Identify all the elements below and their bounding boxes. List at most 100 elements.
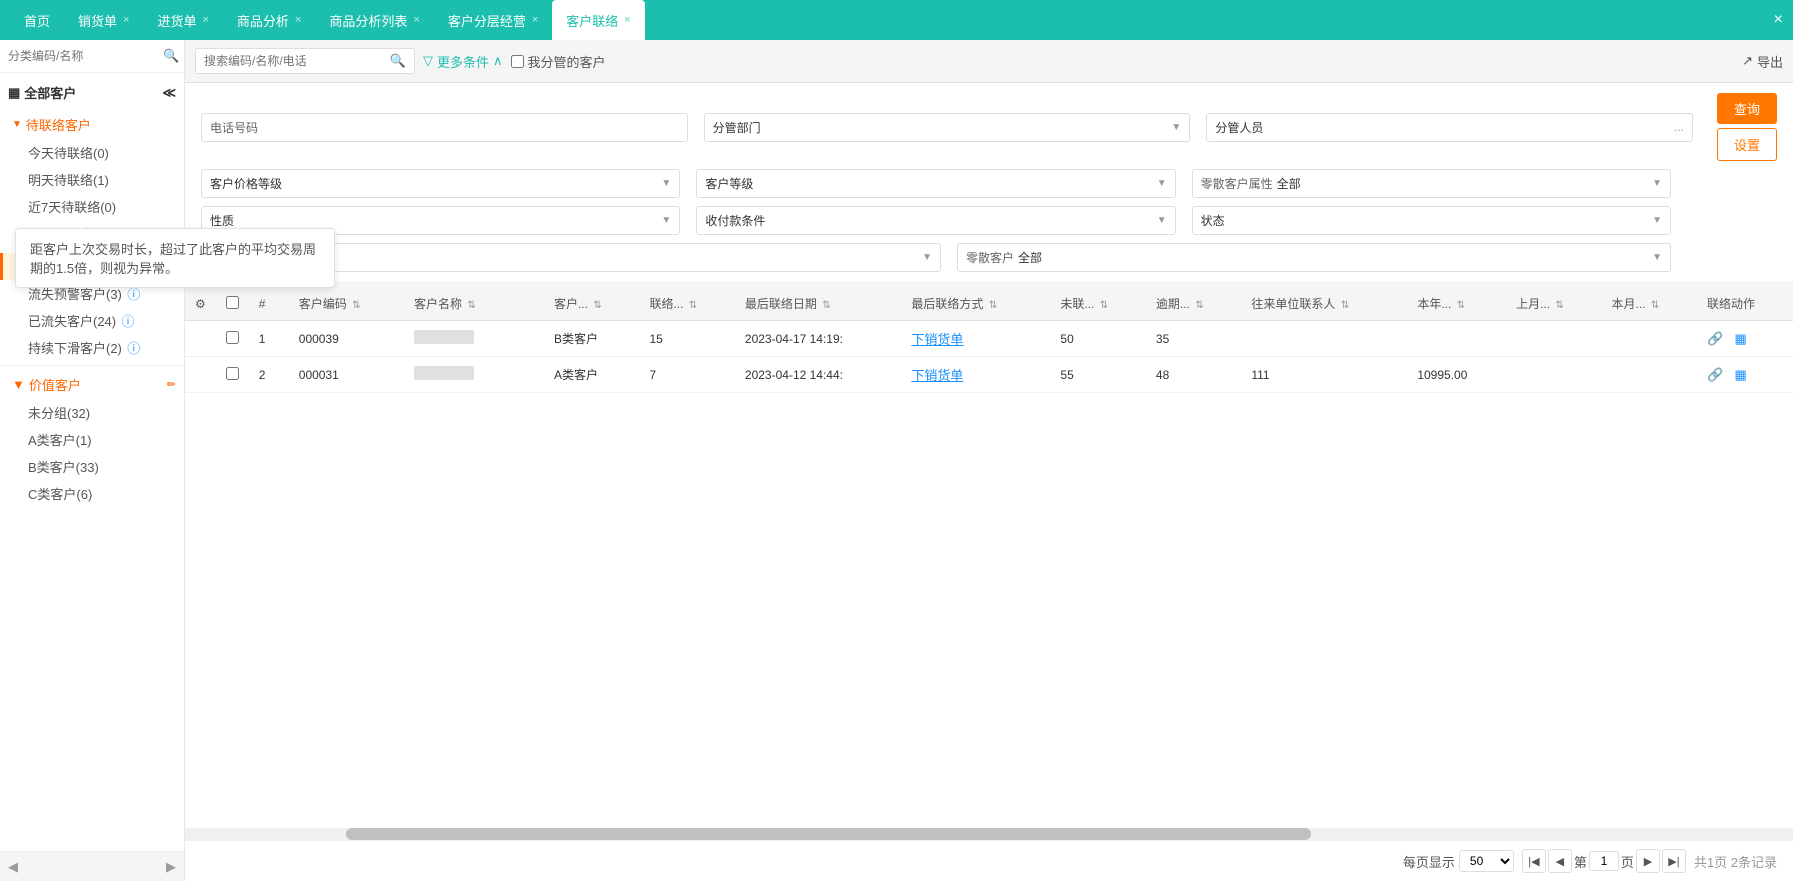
row-checkbox-1[interactable] (226, 331, 239, 344)
cell-last-method-2[interactable]: 下销货单 (901, 357, 1050, 393)
per-page-select[interactable]: 50 100 200 (1459, 850, 1514, 872)
page-prev-button[interactable]: ◀ (1548, 849, 1572, 873)
nav-close-purchase[interactable]: × (202, 14, 208, 26)
action-link-2[interactable]: 🔗 (1707, 367, 1723, 382)
data-table-wrapper[interactable]: ⚙ # 客户编码 ⇅ 客户名称 ⇅ 客户... ⇅ 联络... ⇅ 最后联络日期… (185, 287, 1793, 828)
page-first-button[interactable]: |◀ (1522, 849, 1546, 873)
cell-last-method-1[interactable]: 下销货单 (901, 321, 1050, 357)
toolbar-search-icon[interactable]: 🔍 (390, 53, 406, 69)
sidebar-all-customers[interactable]: ▦ 全部客户 ≪ (0, 77, 184, 108)
total-label: 共1页 2条记录 (1694, 852, 1777, 871)
toolbar-search-input[interactable] (204, 54, 390, 68)
more-conditions-button[interactable]: ▽ 更多条件 ∧ (423, 52, 503, 71)
nav-close-customer-tier[interactable]: × (532, 14, 538, 26)
col-header-gear[interactable]: ⚙ (185, 287, 216, 321)
page-next-button[interactable]: ▶ (1636, 849, 1660, 873)
collapse-icon[interactable]: ≪ (162, 85, 176, 101)
cell-check-2[interactable] (216, 357, 249, 393)
my-customers-checkbox-label[interactable]: 我分管的客户 (511, 52, 606, 71)
cell-actions-1: 🔗 ▦ (1697, 321, 1793, 357)
info-icon-lost[interactable]: ⓘ (121, 314, 134, 329)
sidebar-search-icon[interactable]: 🔍 (163, 48, 179, 64)
col-header-type[interactable]: 客户... ⇅ (544, 287, 639, 321)
page-number-input[interactable] (1589, 851, 1619, 871)
sidebar-item-a-class[interactable]: A类客户(1) (0, 426, 184, 453)
cell-contact-2: 7 (639, 357, 734, 393)
cell-check-1[interactable] (216, 321, 249, 357)
nav-customer-contact[interactable]: 客户联络 × (552, 0, 644, 40)
sidebar-item-7days[interactable]: 近7天待联络(0) (0, 193, 184, 220)
sidebar-nav-prev[interactable]: ◀ (8, 859, 18, 875)
col-header-check[interactable] (216, 287, 249, 321)
filter-dept[interactable]: 分管部门 ▼ (704, 113, 1191, 142)
page-last-button[interactable]: ▶| (1662, 849, 1686, 873)
edit-icon[interactable]: ✏ (167, 378, 176, 391)
sidebar-item-pending-contact[interactable]: ▼ 待联络客户 (0, 110, 184, 139)
sidebar-item-b-class[interactable]: B类客户(33) (0, 453, 184, 480)
nav-close-sales[interactable]: × (123, 14, 129, 26)
sidebar-nav-next[interactable]: ▶ (166, 859, 176, 875)
nav-product-analysis-list[interactable]: 商品分析列表 × (315, 0, 433, 40)
toolbar-search-box: 🔍 (195, 48, 415, 74)
table-header-row: ⚙ # 客户编码 ⇅ 客户名称 ⇅ 客户... ⇅ 联络... ⇅ 最后联络日期… (185, 287, 1793, 321)
sidebar-bottom: ◀ ▶ (0, 851, 184, 881)
sidebar-item-value-customers[interactable]: ▼ 价值客户 ✏ (0, 370, 184, 399)
col-header-last-date[interactable]: 最后联络日期 ⇅ (735, 287, 901, 321)
col-header-unread[interactable]: 未联... ⇅ (1050, 287, 1145, 321)
filter-scattered-attr[interactable]: 零散客户属性 全部 ▼ (1192, 169, 1671, 198)
filter-price-level[interactable]: 客户价格等级 ▼ (201, 169, 680, 198)
export-icon: ↗ (1742, 53, 1753, 69)
col-header-last-month[interactable]: 上月... ⇅ (1506, 287, 1601, 321)
filter-phone[interactable]: 电话号码 (201, 113, 688, 142)
info-icon-churn-warning[interactable]: ⓘ (127, 287, 140, 302)
nav-close-product-analysis-list[interactable]: × (413, 14, 419, 26)
filter-payment[interactable]: 收付款条件 ▼ (696, 206, 1175, 235)
nav-customer-tier[interactable]: 客户分层经营 × (434, 0, 552, 40)
select-all-checkbox[interactable] (226, 296, 239, 309)
window-close-button[interactable]: × (1774, 11, 1783, 29)
sidebar-item-tomorrow[interactable]: 明天待联络(1) (0, 166, 184, 193)
page-buttons: |◀ ◀ 第 页 ▶ ▶| (1522, 849, 1686, 873)
sidebar-item-lost[interactable]: 已流失客户(24) ⓘ (0, 307, 184, 334)
info-icon-declining[interactable]: ⓘ (127, 341, 140, 356)
action-link-1[interactable]: 🔗 (1707, 331, 1723, 346)
action-grid-1[interactable]: ▦ (1735, 331, 1747, 346)
nav-home[interactable]: 首页 (10, 0, 64, 40)
my-customers-checkbox[interactable] (511, 55, 524, 68)
col-header-last-method[interactable]: 最后联络方式 ⇅ (901, 287, 1050, 321)
sidebar-tree: ▦ 全部客户 ≪ ▼ 待联络客户 今天待联络(0) 明天待联络(1) 近7天待联… (0, 73, 184, 851)
filter-customer-level[interactable]: 客户等级 ▼ (696, 169, 1175, 198)
sidebar-item-c-class[interactable]: C类客户(6) (0, 480, 184, 507)
nav-close-product-analysis[interactable]: × (295, 14, 301, 26)
sidebar-item-ungroup[interactable]: 未分组(32) (0, 399, 184, 426)
filter-person[interactable]: 分管人员 ... (1206, 113, 1693, 142)
cell-last-date-2: 2023-04-12 14:44: (735, 357, 901, 393)
col-header-this-month[interactable]: 本月... ⇅ (1602, 287, 1697, 321)
horizontal-scrollbar[interactable] (185, 828, 1793, 840)
sidebar-item-declining[interactable]: 持续下滑客户(2) ⓘ (0, 334, 184, 361)
row-checkbox-2[interactable] (226, 367, 239, 380)
export-button[interactable]: ↗ 导出 (1742, 52, 1783, 71)
col-header-contact[interactable]: 联络... ⇅ (639, 287, 734, 321)
filter-status[interactable]: 状态 ▼ (1192, 206, 1671, 235)
tooltip-box: 距客户上次交易时长，超过了此客户的平均交易周期的1.5倍，则视为异常。 (185, 228, 335, 288)
query-button[interactable]: 查询 (1717, 93, 1777, 124)
col-header-code[interactable]: 客户编码 ⇅ (289, 287, 404, 321)
nav-product-analysis[interactable]: 商品分析 × (223, 0, 315, 40)
nav-purchase[interactable]: 进货单 × (143, 0, 222, 40)
col-header-name[interactable]: 客户名称 ⇅ (404, 287, 544, 321)
toolbar: 🔍 ▽ 更多条件 ∧ 我分管的客户 ↗ 导出 (185, 40, 1793, 83)
col-header-this-year[interactable]: 本年... ⇅ (1407, 287, 1506, 321)
filter-scattered-customer[interactable]: 零散客户 全部 ▼ (957, 243, 1671, 272)
sidebar-item-today[interactable]: 今天待联络(0) (0, 139, 184, 166)
set-button[interactable]: 设置 (1717, 128, 1777, 161)
filter-phone-input[interactable] (278, 120, 679, 134)
nav-close-customer-contact[interactable]: × (624, 14, 630, 26)
sidebar-search-input[interactable] (8, 49, 163, 63)
filter-row-3: 性质 ▼ 收付款条件 ▼ 状态 ▼ (201, 206, 1777, 235)
col-header-overdue[interactable]: 逾期... ⇅ (1146, 287, 1241, 321)
per-page-selector: 每页显示 50 100 200 (1403, 850, 1514, 872)
action-grid-2[interactable]: ▦ (1735, 367, 1747, 382)
col-header-company-contact[interactable]: 往来单位联系人 ⇅ (1241, 287, 1407, 321)
nav-sales[interactable]: 销货单 × (64, 0, 143, 40)
